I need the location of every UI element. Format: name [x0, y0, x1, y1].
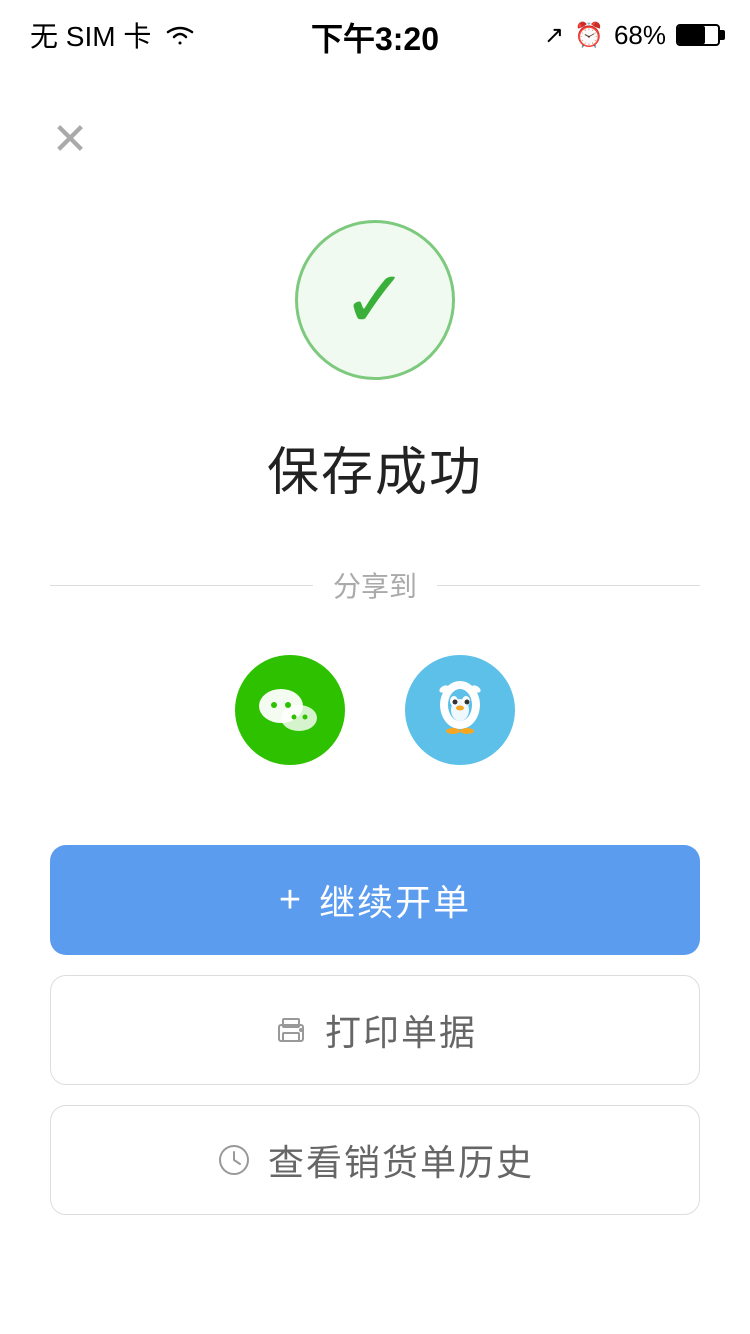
share-label: 分享到	[333, 565, 417, 605]
success-circle: ✓	[295, 220, 455, 380]
action-buttons: + 继续开单 打印单据 查看销货单历史	[50, 845, 700, 1215]
wifi-icon	[163, 23, 197, 47]
success-title: 保存成功	[267, 430, 483, 505]
battery-percent: 68%	[614, 20, 666, 51]
print-button[interactable]: 打印单据	[50, 975, 700, 1085]
print-icon	[273, 1012, 309, 1048]
share-icons	[235, 655, 515, 765]
share-section: 分享到	[50, 565, 700, 605]
qq-icon	[430, 675, 490, 745]
continue-label: 继续开单	[319, 874, 471, 926]
main-content: ✓ 保存成功 分享到	[0, 180, 750, 1334]
location-icon: ↗	[544, 21, 564, 50]
close-icon: ✕	[52, 118, 89, 162]
checkmark-icon: ✓	[341, 260, 408, 340]
continue-button[interactable]: + 继续开单	[50, 845, 700, 955]
close-button[interactable]: ✕	[30, 100, 110, 180]
no-sim-label: 无 SIM 卡	[30, 15, 151, 55]
share-line-left	[50, 585, 313, 586]
plus-icon: +	[279, 879, 303, 922]
status-right: ↗ ⏰ 68%	[544, 20, 720, 51]
print-label: 打印单据	[325, 1004, 477, 1056]
status-left: 无 SIM 卡	[30, 15, 197, 55]
history-icon	[216, 1142, 252, 1178]
share-line-right	[437, 585, 700, 586]
alarm-icon: ⏰	[574, 21, 604, 50]
status-bar: 无 SIM 卡 下午3:20 ↗ ⏰ 68%	[0, 0, 750, 70]
history-label: 查看销货单历史	[268, 1134, 534, 1186]
share-wechat-button[interactable]	[235, 655, 345, 765]
wechat-icon	[255, 680, 325, 740]
history-button[interactable]: 查看销货单历史	[50, 1105, 700, 1215]
share-qq-button[interactable]	[405, 655, 515, 765]
battery-icon	[676, 24, 720, 46]
status-time: 下午3:20	[311, 14, 439, 60]
